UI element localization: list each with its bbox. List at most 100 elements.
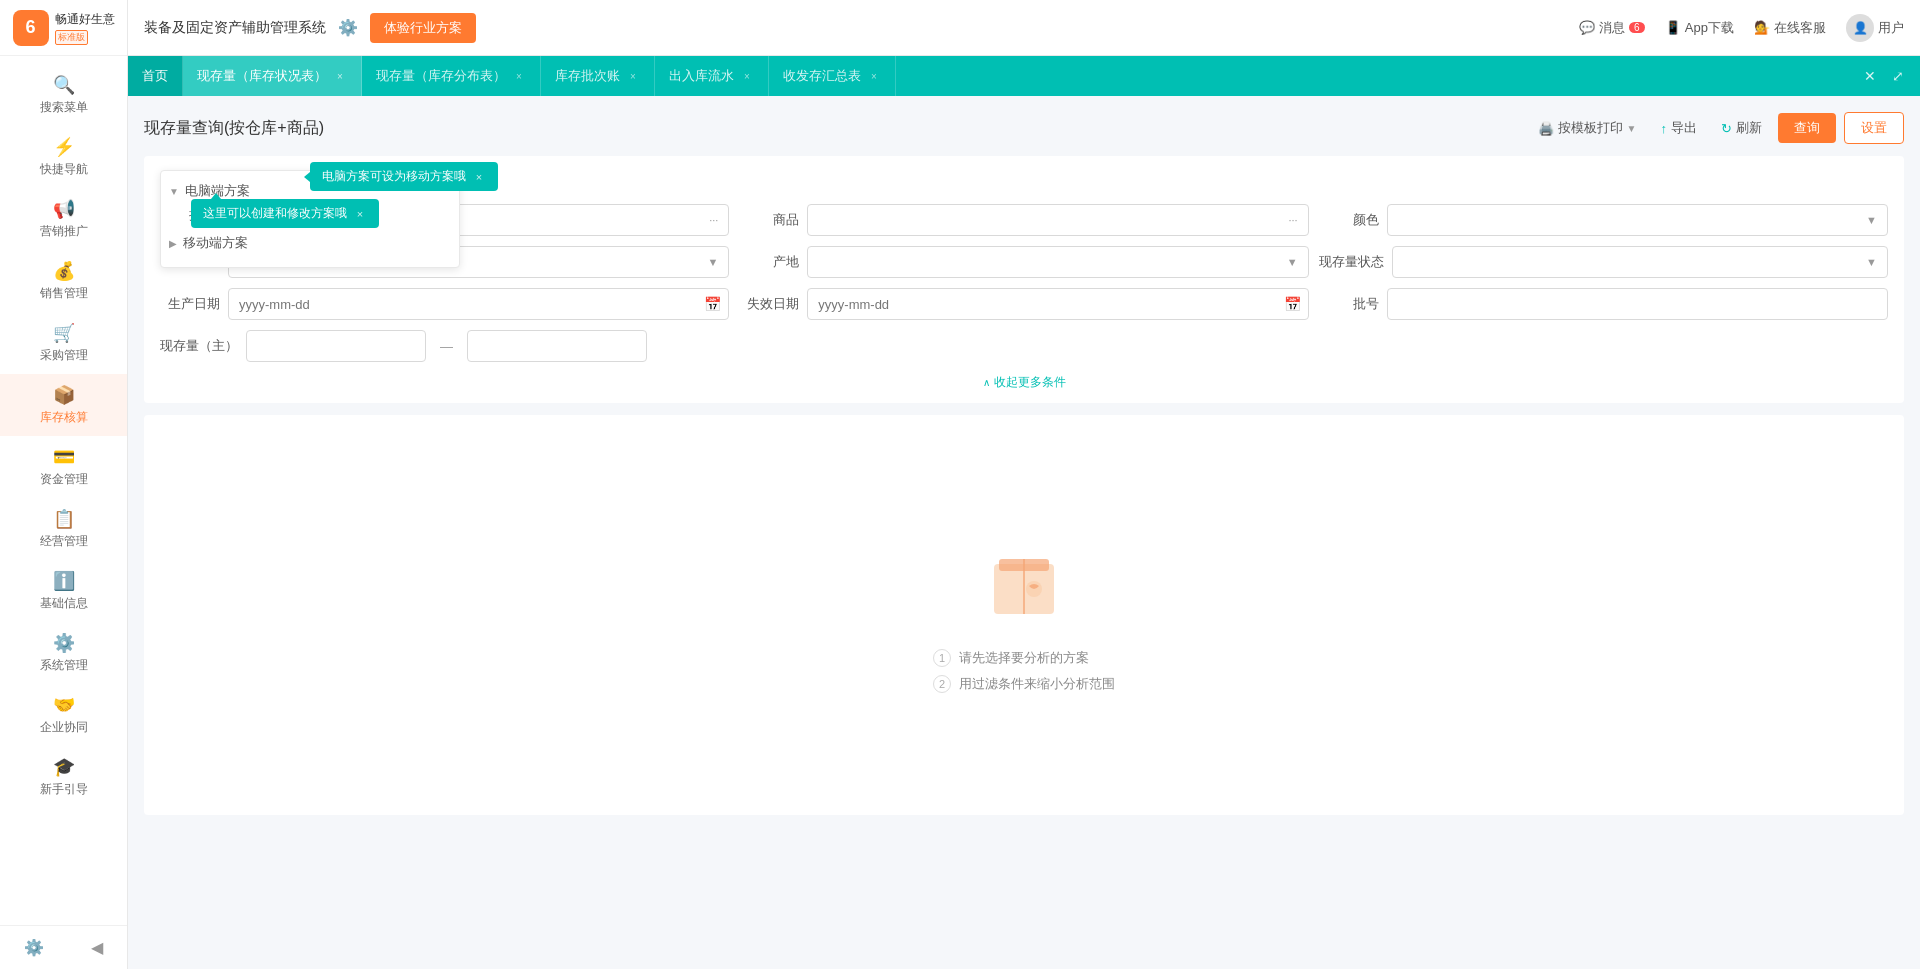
sidebar-item-inventory[interactable]: 📦 库存核算 xyxy=(0,374,127,436)
filter-field-stock-status: 现存量状态 ▼ xyxy=(1319,246,1888,278)
tab-collect-send-close[interactable]: × xyxy=(867,69,881,83)
online-service-label: 在线客服 xyxy=(1774,19,1826,37)
origin-dropdown[interactable]: ▼ xyxy=(807,246,1308,278)
color-dropdown-arrow: ▼ xyxy=(1866,214,1877,226)
sidebar-item-quick-nav[interactable]: ⚡ 快捷导航 xyxy=(0,126,127,188)
produce-date-start[interactable] xyxy=(228,288,729,320)
sidebar-label-quick-nav: 快捷导航 xyxy=(40,161,88,178)
filter-field-batch: 批号 xyxy=(1319,288,1888,320)
filter-field-color: 颜色 ▼ xyxy=(1319,204,1888,236)
sidebar-label-system: 系统管理 xyxy=(40,657,88,674)
tab-in-out-flow-close[interactable]: × xyxy=(740,69,754,83)
tab-home-label: 首页 xyxy=(142,67,168,85)
tab-inventory-dist[interactable]: 现存量（库存分布表） × xyxy=(362,56,541,96)
sidebar-item-sales[interactable]: 💰 销售管理 xyxy=(0,250,127,312)
sidebar-item-basic-info[interactable]: ℹ️ 基础信息 xyxy=(0,560,127,622)
close-all-tabs-icon[interactable]: ✕ xyxy=(1860,64,1880,88)
sidebar-label-purchase: 采购管理 xyxy=(40,347,88,364)
tooltip-pc-close[interactable]: × xyxy=(472,170,486,184)
header-right: 💬 消息 6 📱 App下载 💁 在线客服 👤 用户 xyxy=(1579,14,1904,42)
filter-panel: 按以下方案查询 + ↻ ← 电脑方案可设为移动方案哦 × ▼ xyxy=(144,156,1904,403)
collapse-sidebar-icon[interactable]: ◀ xyxy=(91,938,103,957)
scheme-group-mobile: ▶ 移动端方案 xyxy=(169,231,451,255)
collapse-button[interactable]: ∧ 收起更多条件 xyxy=(975,370,1074,395)
filter-row-4: 现存量（主） — xyxy=(160,330,1888,362)
stock-qty-min-input[interactable] xyxy=(246,330,426,362)
stock-status-dropdown-arrow: ▼ xyxy=(1866,256,1877,268)
expire-date-wrap: 📅 xyxy=(807,288,1308,320)
system-icon: ⚙️ xyxy=(53,632,75,654)
sidebar-item-system[interactable]: ⚙️ 系统管理 xyxy=(0,622,127,684)
page-actions: 🖨️ 按模板打印 ▼ ↑ 导出 ↻ 刷新 查询 设置 xyxy=(1530,112,1904,144)
warehouse-dropdown-arrow: ··· xyxy=(709,214,718,226)
header: 装备及固定资产辅助管理系统 ⚙️ 体验行业方案 💬 消息 6 📱 App下载 💁… xyxy=(128,0,1920,56)
stock-status-dropdown[interactable]: ▼ xyxy=(1392,246,1888,278)
empty-step-2: 2 用过滤条件来缩小分析范围 xyxy=(933,675,1115,693)
stock-status-label: 现存量状态 xyxy=(1319,253,1384,271)
tab-inventory-dist-close[interactable]: × xyxy=(512,69,526,83)
header-settings-icon[interactable]: ⚙️ xyxy=(338,18,358,37)
print-icon: 🖨️ xyxy=(1538,121,1554,136)
user-avatar: 👤 xyxy=(1846,14,1874,42)
sidebar-item-operations[interactable]: 📋 经营管理 xyxy=(0,498,127,560)
sidebar-label-operations: 经营管理 xyxy=(40,533,88,550)
print-dropdown-icon: ▼ xyxy=(1627,123,1637,134)
settings-bottom-icon[interactable]: ⚙️ xyxy=(24,938,44,957)
sidebar-label-inventory: 库存核算 xyxy=(40,409,88,426)
sidebar-label-basic-info: 基础信息 xyxy=(40,595,88,612)
filter-field-expire-date: 失效日期 📅 xyxy=(739,288,1308,320)
tab-home[interactable]: 首页 xyxy=(128,56,183,96)
online-service-item[interactable]: 💁 在线客服 xyxy=(1754,19,1826,37)
product-dropdown[interactable]: ··· xyxy=(807,204,1308,236)
sidebar-item-finance[interactable]: 💳 资金管理 xyxy=(0,436,127,498)
stock-qty-range-sep: — xyxy=(440,339,453,354)
expire-date-start[interactable] xyxy=(807,288,1308,320)
tab-inventory-dist-label: 现存量（库存分布表） xyxy=(376,67,506,85)
app-download-label: App下载 xyxy=(1685,19,1734,37)
tab-batch-account-close[interactable]: × xyxy=(626,69,640,83)
produce-date-wrap: 📅 xyxy=(228,288,729,320)
tab-batch-account[interactable]: 库存批次账 × xyxy=(541,56,655,96)
sidebar-item-marketing[interactable]: 📢 营销推广 xyxy=(0,188,127,250)
search-menu-icon: 🔍 xyxy=(53,74,75,96)
tab-inventory-status-close[interactable]: × xyxy=(333,69,347,83)
export-button[interactable]: ↑ 导出 xyxy=(1653,115,1706,141)
tab-inventory-status[interactable]: 现存量（库存状况表） × xyxy=(183,56,362,96)
tab-collect-send[interactable]: 收发存汇总表 × xyxy=(769,56,896,96)
stock-qty-label: 现存量（主） xyxy=(160,337,238,355)
query-button[interactable]: 查询 xyxy=(1778,113,1836,143)
set-button[interactable]: 设置 xyxy=(1844,112,1904,144)
sidebar-item-search-menu[interactable]: 🔍 搜索菜单 xyxy=(0,64,127,126)
tooltip-edit: 这里可以创建和修改方案哦 × xyxy=(191,199,379,228)
app-download-item[interactable]: 📱 App下载 xyxy=(1665,19,1734,37)
scheme-group-mobile-header[interactable]: ▶ 移动端方案 xyxy=(169,231,451,255)
main-content: 现存量查询(按仓库+商品) 🖨️ 按模板打印 ▼ ↑ 导出 ↻ 刷新 查询 设置 xyxy=(128,96,1920,969)
export-label: 导出 xyxy=(1671,119,1697,137)
tab-batch-account-label: 库存批次账 xyxy=(555,67,620,85)
refresh-label: 刷新 xyxy=(1736,119,1762,137)
filter-row-3: 生产日期 📅 失效日期 📅 批号 xyxy=(160,288,1888,320)
expire-date-label: 失效日期 xyxy=(739,295,799,313)
print-button[interactable]: 🖨️ 按模板打印 ▼ xyxy=(1530,115,1645,141)
color-dropdown[interactable]: ▼ xyxy=(1387,204,1888,236)
tooltip-edit-close[interactable]: × xyxy=(353,207,367,221)
sidebar-item-guide[interactable]: 🎓 新手引导 xyxy=(0,746,127,808)
color-label: 颜色 xyxy=(1319,211,1379,229)
user-item[interactable]: 👤 用户 xyxy=(1846,14,1904,42)
collapse-arrow-icon: ∧ xyxy=(983,377,990,388)
batch-input[interactable] xyxy=(1387,288,1888,320)
stock-qty-max-input[interactable] xyxy=(467,330,647,362)
empty-illustration xyxy=(974,529,1074,629)
operations-icon: 📋 xyxy=(53,508,75,530)
message-item[interactable]: 💬 消息 6 xyxy=(1579,19,1645,37)
refresh-button[interactable]: ↻ 刷新 xyxy=(1713,115,1770,141)
tab-in-out-flow[interactable]: 出入库流水 × xyxy=(655,56,769,96)
expand-tabbar-icon[interactable]: ⤢ xyxy=(1888,64,1908,88)
step-2-num: 2 xyxy=(933,675,951,693)
sidebar-item-purchase[interactable]: 🛒 采购管理 xyxy=(0,312,127,374)
tab-inventory-status-label: 现存量（库存状况表） xyxy=(197,67,327,85)
trial-button[interactable]: 体验行业方案 xyxy=(370,13,476,43)
filter-field-produce-date: 生产日期 📅 xyxy=(160,288,729,320)
sidebar-item-enterprise[interactable]: 🤝 企业协同 xyxy=(0,684,127,746)
logo-area: 6 畅通好生意 标准版 xyxy=(0,0,127,56)
